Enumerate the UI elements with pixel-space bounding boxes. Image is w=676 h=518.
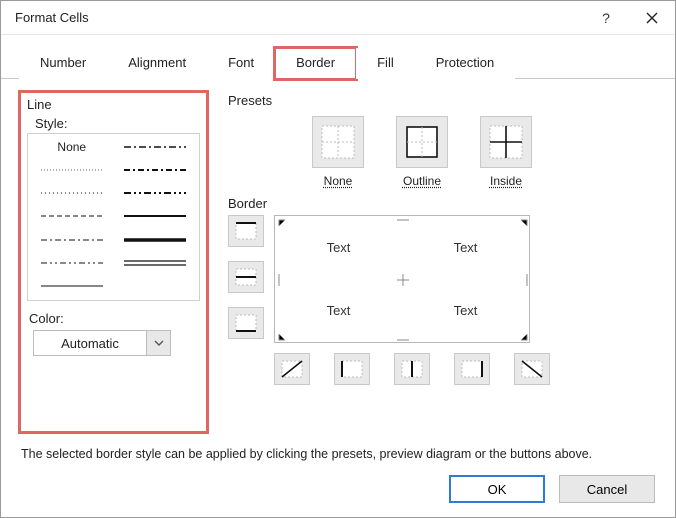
border-top-button[interactable] bbox=[228, 215, 264, 247]
preset-outline-icon bbox=[405, 125, 439, 159]
preset-none-icon bbox=[321, 125, 355, 159]
color-dropdown[interactable]: Automatic bbox=[33, 330, 171, 356]
chevron-down-icon bbox=[154, 340, 164, 346]
presets-group-label: Presets bbox=[228, 93, 655, 108]
presets-row: None Outline Inside bbox=[228, 112, 655, 196]
tab-protection[interactable]: Protection bbox=[415, 48, 516, 79]
preset-none-label: None bbox=[324, 174, 353, 188]
line-style-double[interactable] bbox=[118, 254, 194, 272]
tab-border[interactable]: Border bbox=[275, 48, 356, 79]
preset-outline[interactable] bbox=[396, 116, 448, 168]
border-diag-up-icon bbox=[280, 359, 304, 379]
line-style-medium[interactable] bbox=[118, 207, 194, 225]
line-style-thin[interactable] bbox=[34, 277, 110, 295]
border-diag-up-button[interactable] bbox=[274, 353, 310, 385]
hint-text: The selected border style can be applied… bbox=[1, 439, 675, 461]
line-style-dotted[interactable] bbox=[34, 184, 110, 202]
close-button[interactable] bbox=[629, 3, 675, 33]
line-style-none[interactable]: None bbox=[34, 138, 110, 156]
tab-number[interactable]: Number bbox=[19, 48, 107, 79]
color-value: Automatic bbox=[34, 336, 146, 351]
tab-font[interactable]: Font bbox=[207, 48, 275, 79]
tabs: Number Alignment Font Border Fill Protec… bbox=[1, 35, 675, 79]
border-vmid-button[interactable] bbox=[394, 353, 430, 385]
preset-inside[interactable] bbox=[480, 116, 532, 168]
cancel-button[interactable]: Cancel bbox=[559, 475, 655, 503]
line-style-hair[interactable] bbox=[34, 161, 110, 179]
border-right-button[interactable] bbox=[454, 353, 490, 385]
ok-button[interactable]: OK bbox=[449, 475, 545, 503]
color-label: Color: bbox=[29, 311, 200, 326]
dialog-footer: OK Cancel bbox=[1, 461, 675, 517]
help-button[interactable]: ? bbox=[583, 3, 629, 33]
close-icon bbox=[646, 12, 658, 24]
border-diag-down-icon bbox=[520, 359, 544, 379]
tab-fill[interactable]: Fill bbox=[356, 48, 415, 79]
line-style-dash-dot[interactable] bbox=[34, 231, 110, 249]
line-style-dash-dot-med[interactable] bbox=[118, 161, 194, 179]
preset-none[interactable] bbox=[312, 116, 364, 168]
border-hmid-icon bbox=[234, 267, 258, 287]
line-group-label: Line bbox=[27, 97, 200, 112]
border-diag-down-button[interactable] bbox=[514, 353, 550, 385]
border-hmid-button[interactable] bbox=[228, 261, 264, 293]
line-style-dash-dot-dot[interactable] bbox=[34, 254, 110, 272]
line-group: Line Style: None Color: Automatic bbox=[21, 93, 206, 431]
border-bottom-button[interactable] bbox=[228, 307, 264, 339]
tab-alignment[interactable]: Alignment bbox=[107, 48, 207, 79]
border-bottom-icon bbox=[234, 313, 258, 333]
title-bar: Format Cells ? bbox=[1, 1, 675, 35]
border-right-icon bbox=[460, 359, 484, 379]
preset-inside-icon bbox=[489, 125, 523, 159]
preset-inside-label: Inside bbox=[490, 174, 522, 188]
border-preview[interactable]: Text Text Text Text bbox=[274, 215, 530, 343]
color-dropdown-button[interactable] bbox=[146, 331, 170, 355]
border-left-icon bbox=[340, 359, 364, 379]
border-vmid-icon bbox=[400, 359, 424, 379]
format-cells-dialog: Format Cells ? Number Alignment Font Bor… bbox=[0, 0, 676, 518]
line-style-thick[interactable] bbox=[118, 231, 194, 249]
border-left-button[interactable] bbox=[334, 353, 370, 385]
preset-outline-label: Outline bbox=[403, 174, 441, 188]
border-top-icon bbox=[234, 221, 258, 241]
window-title: Format Cells bbox=[15, 10, 89, 25]
border-group-label: Border bbox=[228, 196, 655, 211]
line-style-dashed[interactable] bbox=[34, 207, 110, 225]
line-style-dash-dot-2[interactable] bbox=[118, 138, 194, 156]
line-style-dash-dd[interactable] bbox=[118, 184, 194, 202]
style-label: Style: bbox=[35, 116, 200, 131]
line-style-picker[interactable]: None bbox=[27, 133, 200, 301]
